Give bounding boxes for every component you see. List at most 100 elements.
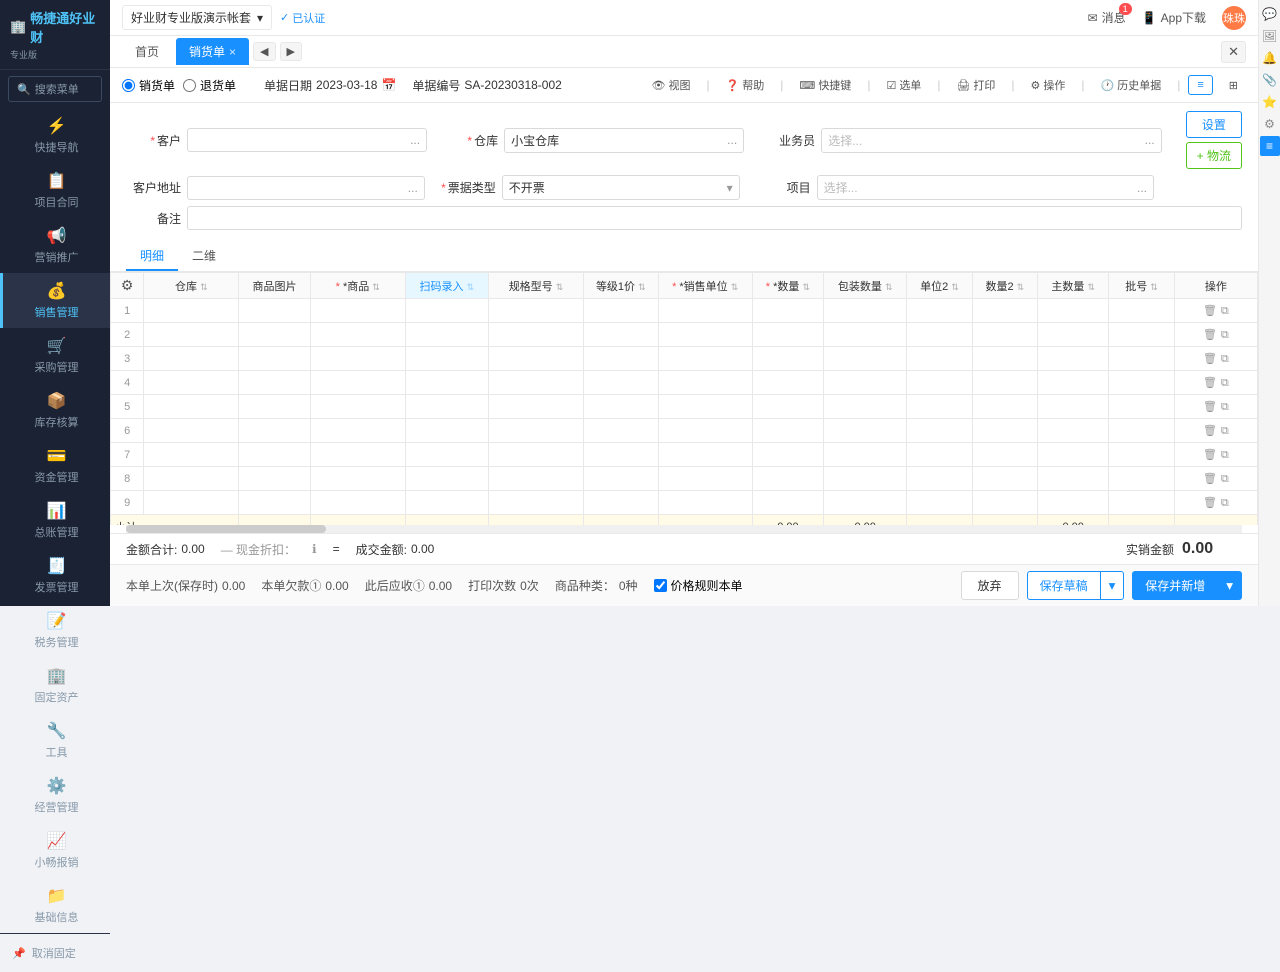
sidebar-item-inventory[interactable]: 📦 库存核算 (0, 383, 110, 438)
shortcut-button[interactable]: ⌨ 快捷键 (791, 74, 859, 96)
copy-icon[interactable]: ⧉ (1221, 353, 1229, 365)
sidebar-item-tools[interactable]: 🔧 工具 (0, 713, 110, 768)
sidebar-item-reports[interactable]: 📈 小畅报销 (0, 823, 110, 878)
sidebar-item-general-mgmt[interactable]: 📊 总账管理 (0, 493, 110, 548)
tab-close-button[interactable]: ✕ (1221, 41, 1246, 63)
tab-sales-order[interactable]: 销货单 × (176, 38, 249, 65)
operations-button[interactable]: ⚙ 操作 (1023, 74, 1074, 96)
remarks-input[interactable] (187, 206, 1242, 230)
sidebar-item-fixed-assets[interactable]: 🏢 固定资产 (0, 658, 110, 713)
col-warehouse-header: 仓库 ⇅ (144, 273, 239, 299)
search-menu-button[interactable]: 🔍 搜索菜单 (8, 76, 102, 102)
list-view-button[interactable]: ≡ (1188, 75, 1212, 95)
right-panel: 💬 🖼 🔔 📎 ⭐ ⚙ ≡ (1258, 0, 1280, 606)
delete-icon[interactable]: 🗑 (1203, 401, 1217, 413)
copy-icon[interactable]: ⧉ (1221, 305, 1229, 317)
right-panel-star-icon[interactable]: ⭐ (1260, 92, 1280, 112)
form-fields: 客户 ... 仓库 小宝仓库 ... 业务员 选择... (110, 103, 1258, 238)
sidebar-item-invoice[interactable]: 🧾 发票管理 (0, 548, 110, 603)
sidebar-item-ops[interactable]: ⚙️ 经营管理 (0, 768, 110, 823)
price-rule-check[interactable] (654, 579, 667, 592)
copy-icon[interactable]: ⧉ (1221, 401, 1229, 413)
delete-icon[interactable]: 🗑 (1203, 497, 1217, 509)
sidebar-item-marketing[interactable]: 📢 营销推广 (0, 218, 110, 273)
tab-2d[interactable]: 二维 (178, 242, 230, 271)
copy-icon[interactable]: ⧉ (1221, 329, 1229, 341)
select-button[interactable]: ☑ 选单 (878, 74, 929, 96)
radio-return-input[interactable] (183, 79, 196, 92)
right-panel-bell-icon[interactable]: 🔔 (1260, 48, 1280, 68)
delete-icon[interactable]: 🗑 (1203, 449, 1217, 461)
help-button[interactable]: ❓ 帮助 (718, 74, 773, 96)
delete-icon[interactable]: 🗑 (1203, 305, 1217, 317)
horizontal-scrollbar[interactable] (126, 525, 1242, 533)
save-draft-button[interactable]: 保存草稿 (1027, 571, 1101, 600)
inventory-icon: 📦 (47, 391, 67, 411)
radio-sale-order[interactable]: 销货单 (122, 77, 175, 94)
delete-icon[interactable]: 🗑 (1203, 377, 1217, 389)
tab-prev-button[interactable]: ◀ (253, 42, 275, 61)
abandon-button[interactable]: 放弃 (961, 571, 1019, 600)
warehouse-input[interactable]: 小宝仓库 ... (504, 128, 744, 153)
col-main-qty-header: 主数量 ⇅ (1038, 273, 1109, 299)
tab-detail[interactable]: 明细 (126, 242, 178, 271)
receivable-label: 此后应收① (365, 577, 425, 594)
delete-icon[interactable]: 🗑 (1203, 329, 1217, 341)
radio-return-order[interactable]: 退货单 (183, 77, 236, 94)
table-row: 1🗑⧉ (111, 299, 1258, 323)
save-draft-dropdown-button[interactable]: ▾ (1101, 571, 1125, 600)
form-row-1: 客户 ... 仓库 小宝仓库 ... 业务员 选择... (126, 111, 1242, 169)
app-download-button[interactable]: 📱 App下载 (1142, 9, 1206, 26)
calendar-icon[interactable]: 📅 (381, 78, 396, 92)
info-icon[interactable]: ℹ (312, 542, 317, 556)
delete-icon[interactable]: 🗑 (1203, 353, 1217, 365)
salesperson-input[interactable]: 选择... ... (821, 128, 1161, 153)
customer-input[interactable]: ... (187, 128, 427, 152)
right-panel-chat-icon[interactable]: 💬 (1260, 4, 1280, 24)
add-logistics-button[interactable]: + 物流 (1186, 142, 1242, 169)
copy-icon[interactable]: ⧉ (1221, 497, 1229, 509)
sidebar-item-purchase-mgmt[interactable]: 🛒 采购管理 (0, 328, 110, 383)
radio-sale-input[interactable] (122, 79, 135, 92)
user-avatar[interactable]: 珠珠 (1222, 6, 1246, 30)
sidebar-item-sales-mgmt[interactable]: 💰 销售管理 (0, 273, 110, 328)
table-settings-icon[interactable]: ⚙ (121, 277, 134, 293)
history-button[interactable]: 🕐 历史单据 (1093, 74, 1170, 96)
settings-button[interactable]: 设置 (1186, 111, 1242, 138)
company-selector[interactable]: 好业财专业版演示帐套 ▾ (122, 5, 272, 30)
sidebar-item-tax[interactable]: 📝 税务管理 (0, 603, 110, 658)
delete-icon[interactable]: 🗑 (1203, 425, 1217, 437)
sidebar-item-project-contract[interactable]: 📋 项目合同 (0, 163, 110, 218)
right-panel-active-icon[interactable]: ≡ (1260, 136, 1280, 156)
col-settings-header[interactable]: ⚙ (111, 273, 144, 299)
customer-addr-input[interactable]: ... (187, 176, 425, 200)
right-panel-settings-icon[interactable]: ⚙ (1260, 114, 1280, 134)
tab-home[interactable]: 首页 (122, 38, 172, 65)
view-button[interactable]: 👁 视图 (644, 74, 699, 96)
project-input[interactable]: 选择... ... (817, 175, 1154, 200)
sidebar-item-basic-info[interactable]: 📁 基础信息 (0, 878, 110, 933)
copy-icon[interactable]: ⧉ (1221, 425, 1229, 437)
sidebar-item-quick-nav[interactable]: ⚡ 快捷导航 (0, 108, 110, 163)
tab-next-button[interactable]: ▶ (280, 42, 302, 61)
save-new-dropdown-button[interactable]: ▾ (1218, 571, 1242, 600)
scroll-thumb[interactable] (126, 525, 326, 533)
sidebar-search-area: 🔍 搜索菜单 (0, 70, 110, 108)
right-panel-photo-icon[interactable]: 🖼 (1260, 26, 1280, 46)
messages-button[interactable]: ✉ 消息 1 (1088, 9, 1126, 26)
copy-icon[interactable]: ⧉ (1221, 377, 1229, 389)
delete-icon[interactable]: 🗑 (1203, 473, 1217, 485)
copy-icon[interactable]: ⧉ (1221, 473, 1229, 485)
copy-icon[interactable]: ⧉ (1221, 449, 1229, 461)
cancel-fixed-button[interactable]: 📌 取消固定 (6, 940, 104, 966)
table-container[interactable]: ⚙ 仓库 ⇅ 商品图片 *商品 ⇅ (110, 272, 1258, 525)
save-new-button[interactable]: 保存并新增 (1132, 571, 1218, 600)
sidebar-item-label: 资金管理 (35, 469, 79, 485)
print-button[interactable]: 🖨 打印 (948, 74, 1003, 96)
invoice-type-select[interactable]: 不开票 ▾ (502, 175, 740, 200)
sidebar-item-fund-mgmt[interactable]: 💳 资金管理 (0, 438, 110, 493)
tab-close-icon[interactable]: × (229, 45, 236, 59)
right-panel-attach-icon[interactable]: 📎 (1260, 70, 1280, 90)
grid-view-button[interactable]: ⊞ (1221, 76, 1246, 95)
sort-icon: ⇅ (638, 282, 646, 292)
